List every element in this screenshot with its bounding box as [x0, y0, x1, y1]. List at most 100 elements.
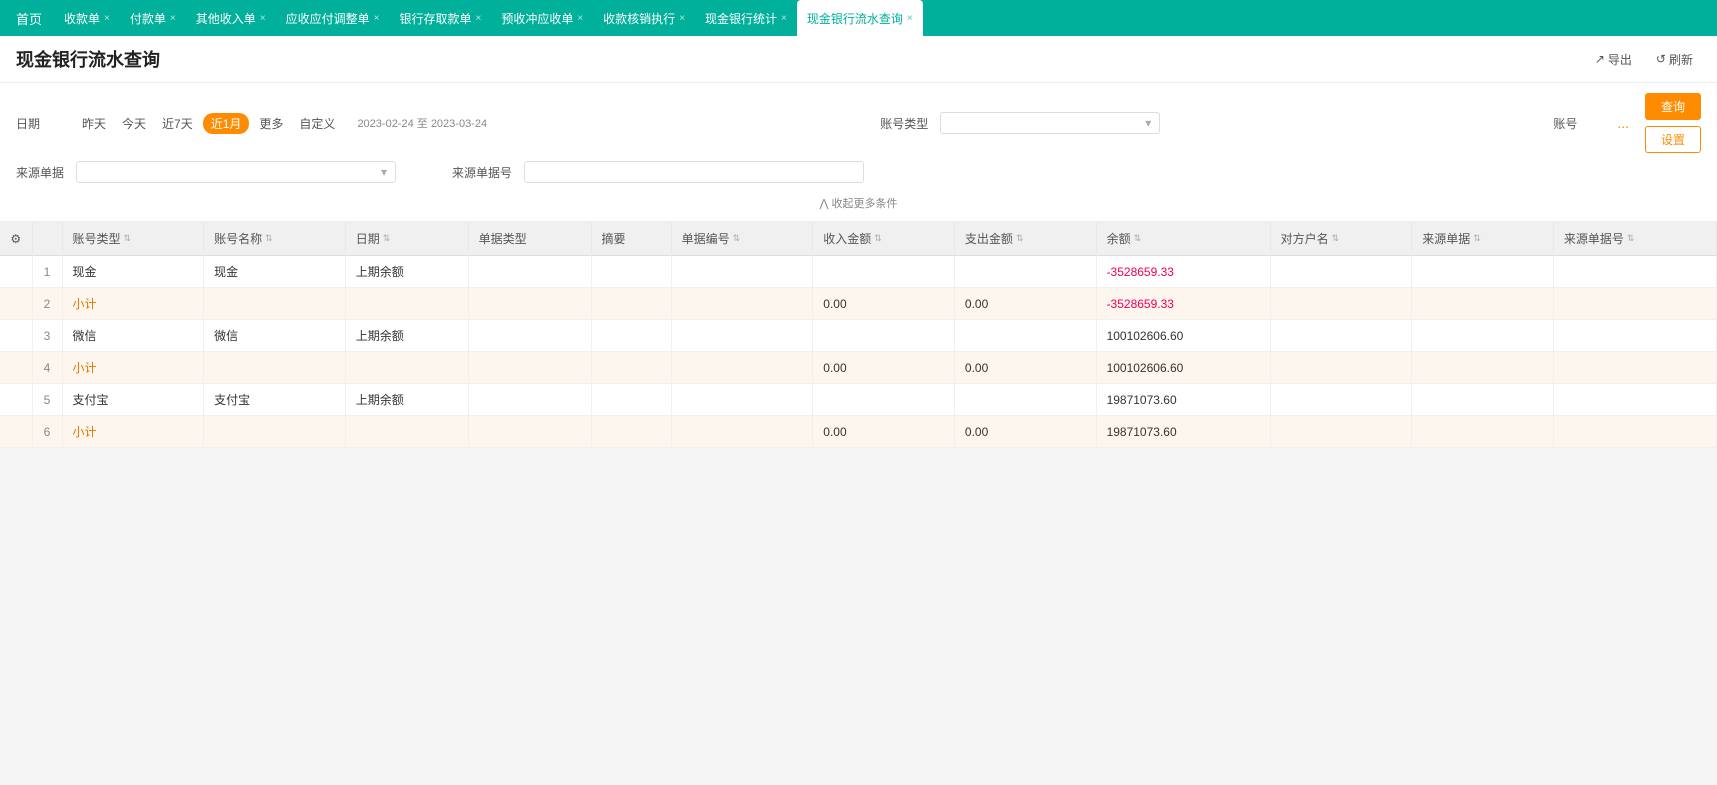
tab-liushui[interactable]: 现金银行流水查询×	[797, 0, 923, 36]
date-opt-more[interactable]: 更多	[253, 113, 289, 134]
row-expense	[954, 320, 1096, 352]
tab-shoukuan-close[interactable]: ×	[104, 13, 110, 24]
col-acct-name[interactable]: 账号名称⇅	[204, 222, 346, 256]
col-doc-no-sort-icon: ⇅	[733, 233, 741, 244]
row-income	[813, 256, 955, 288]
tab-tongji-close[interactable]: ×	[781, 13, 787, 24]
col-source-doc[interactable]: 来源单据⇅	[1412, 222, 1554, 256]
row-doc-type	[468, 416, 591, 448]
row-income: 0.00	[813, 352, 955, 384]
tab-fukuan[interactable]: 付款单×	[120, 0, 186, 36]
row-acct-name	[204, 352, 346, 384]
tab-hexiao[interactable]: 收款核销执行×	[593, 0, 695, 36]
source-doc-select[interactable]: ▾	[76, 161, 396, 183]
page-header: 现金银行流水查询 ↗ 导出 ↺ 刷新	[0, 36, 1717, 83]
date-opt-month[interactable]: 近1月	[203, 113, 250, 134]
col-date[interactable]: 日期⇅	[345, 222, 468, 256]
col-expense[interactable]: 支出金额⇅	[954, 222, 1096, 256]
nav-home[interactable]: 首页	[4, 9, 54, 28]
top-navigation: 首页 收款单×付款单×其他收入单×应收应付调整单×银行存取款单×预收冲应收单×收…	[0, 0, 1717, 36]
tab-hexiao-close[interactable]: ×	[679, 13, 685, 24]
row-date	[345, 352, 468, 384]
row-doc-no	[671, 416, 813, 448]
date-opt-today[interactable]: 今天	[116, 113, 152, 134]
query-button[interactable]: 查询	[1645, 93, 1701, 120]
row-source-no	[1553, 384, 1716, 416]
account-type-select[interactable]: ▾	[940, 112, 1160, 134]
filter-row-source: 来源单据 ▾ 来源单据号	[16, 161, 1701, 183]
tab-qita[interactable]: 其他收入单×	[186, 0, 276, 36]
row-expense: 0.00	[954, 416, 1096, 448]
col-income[interactable]: 收入金额⇅	[813, 222, 955, 256]
row-summary	[591, 256, 671, 288]
row-balance: 100102606.60	[1096, 352, 1270, 384]
row-income	[813, 320, 955, 352]
row-date: 上期余额	[345, 256, 468, 288]
collapse-label: 收起更多条件	[832, 198, 898, 210]
row-income: 0.00	[813, 288, 955, 320]
row-doc-type	[468, 288, 591, 320]
row-gear-cell	[0, 288, 32, 320]
tab-yushou-close[interactable]: ×	[577, 13, 583, 24]
row-source-no	[1553, 352, 1716, 384]
account-dots-button[interactable]: ...	[1613, 115, 1633, 131]
row-counterpart	[1270, 256, 1412, 288]
export-button[interactable]: ↗ 导出	[1587, 47, 1640, 72]
filter-area: 日期 昨天今天近7天近1月更多自定义 2023-02-24 至 2023-03-…	[0, 83, 1717, 222]
row-summary	[591, 320, 671, 352]
row-counterpart	[1270, 320, 1412, 352]
tab-yinhang-close[interactable]: ×	[475, 13, 481, 24]
col-date-sort-icon: ⇅	[383, 233, 391, 244]
settings-button[interactable]: 设置	[1645, 126, 1701, 153]
tab-liushui-close[interactable]: ×	[907, 13, 913, 24]
col-acct-type[interactable]: 账号类型⇅	[62, 222, 204, 256]
row-doc-no	[671, 256, 813, 288]
row-expense: 0.00	[954, 288, 1096, 320]
row-acct-name	[204, 288, 346, 320]
row-acct-name	[204, 416, 346, 448]
date-opt-yesterday[interactable]: 昨天	[76, 113, 112, 134]
tab-yingshou[interactable]: 应收应付调整单×	[276, 0, 390, 36]
row-income	[813, 384, 955, 416]
row-gear-cell	[0, 320, 32, 352]
row-summary	[591, 416, 671, 448]
row-doc-no	[671, 384, 813, 416]
col-balance[interactable]: 余额⇅	[1096, 222, 1270, 256]
tab-yinhang[interactable]: 银行存取款单×	[389, 0, 491, 36]
col-expense-sort-icon: ⇅	[1016, 233, 1024, 244]
col-source-no[interactable]: 来源单据号⇅	[1553, 222, 1716, 256]
tab-fukuan-close[interactable]: ×	[170, 13, 176, 24]
row-date: 上期余额	[345, 384, 468, 416]
refresh-button[interactable]: ↺ 刷新	[1648, 47, 1701, 72]
collapse-bar[interactable]: ⋀ 收起更多条件	[16, 191, 1701, 217]
source-doc-no-input[interactable]	[524, 161, 864, 183]
row-balance: 19871073.60	[1096, 416, 1270, 448]
tab-tongji[interactable]: 现金银行统计×	[695, 0, 797, 36]
row-num-cell: 3	[32, 320, 62, 352]
main-table: ⚙账号类型⇅账号名称⇅日期⇅单据类型摘要单据编号⇅收入金额⇅支出金额⇅余额⇅对方…	[0, 222, 1717, 448]
row-date	[345, 416, 468, 448]
tab-yushou[interactable]: 预收冲应收单×	[491, 0, 593, 36]
table-row: 2小计0.000.00-3528659.33	[0, 288, 1717, 320]
col-doc-no[interactable]: 单据编号⇅	[671, 222, 813, 256]
row-balance: -3528659.33	[1096, 256, 1270, 288]
row-gear-cell	[0, 416, 32, 448]
col-gear[interactable]: ⚙	[0, 222, 32, 256]
date-opt-custom[interactable]: 自定义	[293, 113, 341, 134]
row-acct-name: 微信	[204, 320, 346, 352]
row-num-cell: 1	[32, 256, 62, 288]
col-summary: 摘要	[591, 222, 671, 256]
row-gear-cell	[0, 256, 32, 288]
row-gear-cell	[0, 384, 32, 416]
tab-qita-close[interactable]: ×	[260, 13, 266, 24]
tab-yingshou-close[interactable]: ×	[374, 13, 380, 24]
table-row: 1现金现金上期余额-3528659.33	[0, 256, 1717, 288]
tab-shoukuan[interactable]: 收款单×	[54, 0, 120, 36]
collapse-icon: ⋀	[819, 198, 828, 210]
row-balance: -3528659.33	[1096, 288, 1270, 320]
date-opt-week[interactable]: 近7天	[156, 113, 199, 134]
col-counterpart[interactable]: 对方户名⇅	[1270, 222, 1412, 256]
date-options: 昨天今天近7天近1月更多自定义	[76, 113, 341, 134]
row-date: 上期余额	[345, 320, 468, 352]
table-row: 3微信微信上期余额100102606.60	[0, 320, 1717, 352]
